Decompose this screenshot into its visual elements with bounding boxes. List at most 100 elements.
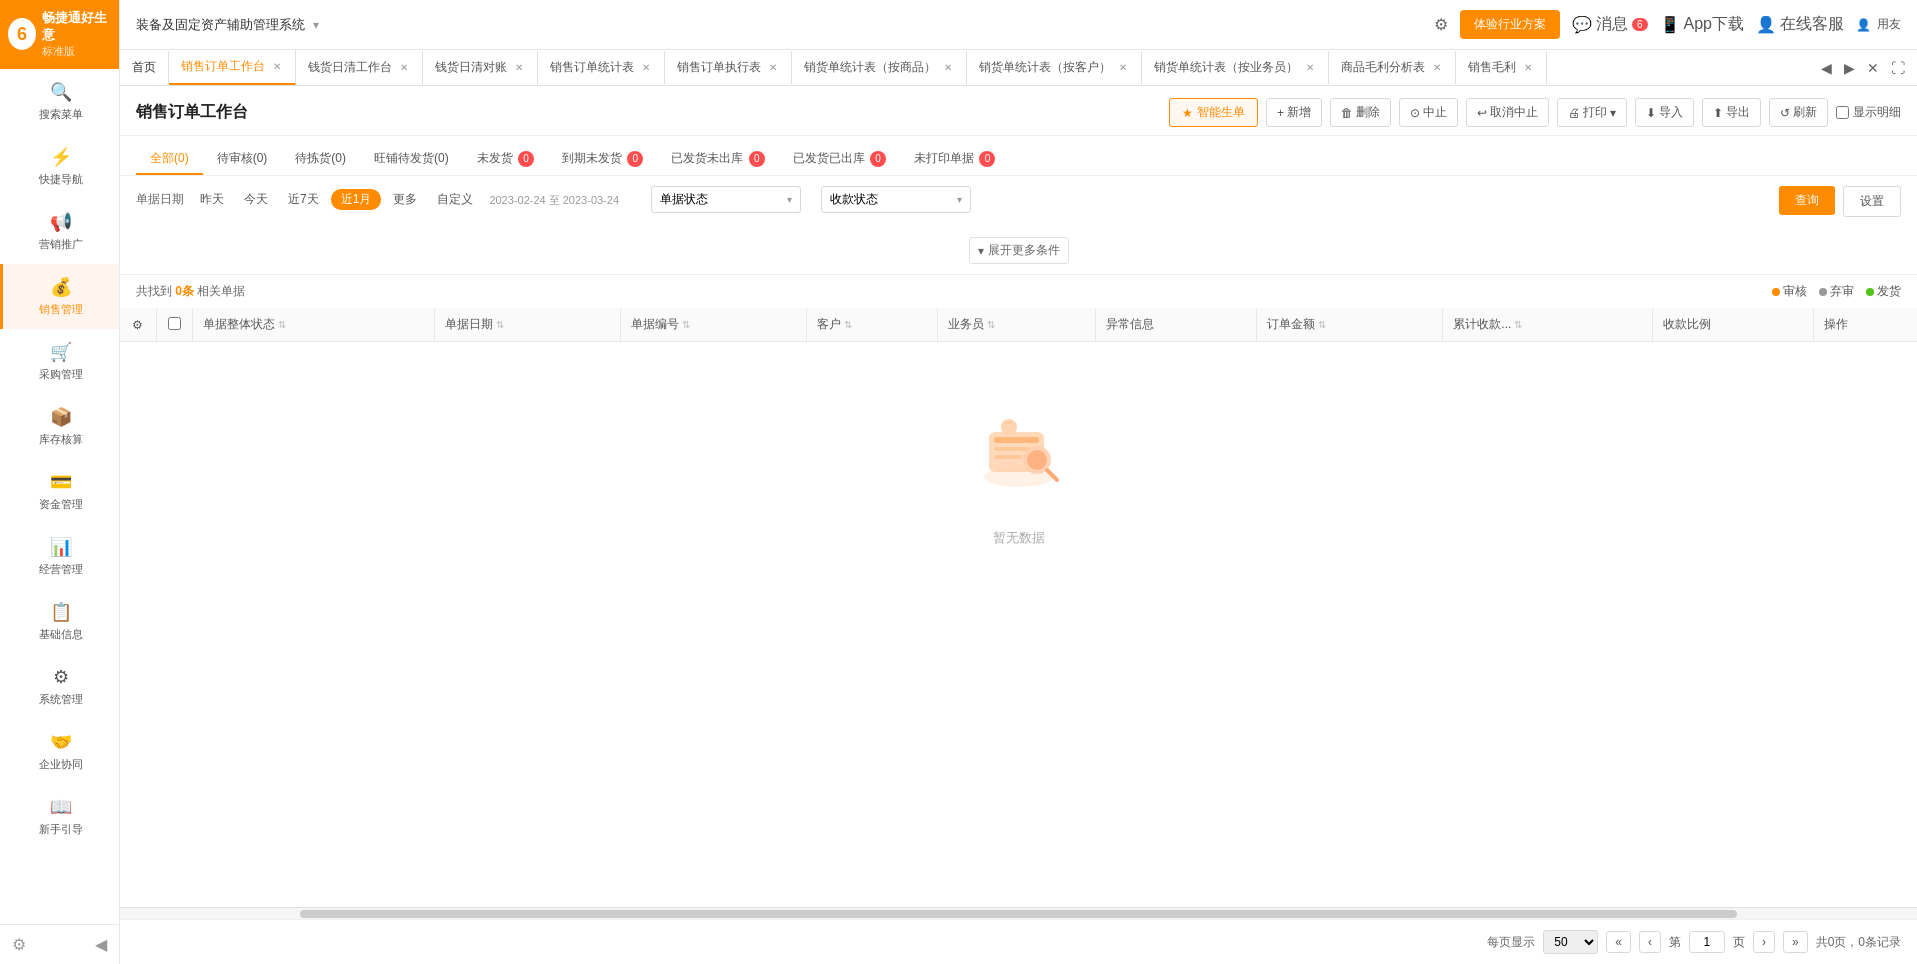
- th-salesman-label: 业务员: [948, 316, 984, 333]
- next-page-btn[interactable]: ›: [1753, 931, 1775, 953]
- query-button[interactable]: 查询: [1779, 186, 1835, 215]
- sub-tab-shipped-out[interactable]: 已发货已出库 0: [779, 144, 900, 175]
- prev-page-btn[interactable]: ‹: [1639, 931, 1661, 953]
- th-salesman[interactable]: 业务员 ⇅: [937, 308, 1095, 342]
- sidebar-item-purchase[interactable]: 🛒 采购管理: [0, 329, 119, 394]
- tab-goods-stats-customer[interactable]: 销货单统计表（按客户） ✕: [967, 51, 1142, 84]
- tab-goods-salesman-close-icon[interactable]: ✕: [1304, 61, 1316, 74]
- tab-goods-product-close-icon[interactable]: ✕: [942, 61, 954, 74]
- app-download-btn[interactable]: 📱 App下载: [1660, 14, 1744, 35]
- print-button[interactable]: 🖨 打印 ▾: [1557, 98, 1627, 127]
- collapse-icon[interactable]: ◀: [95, 935, 107, 954]
- sub-tab-pending-review[interactable]: 待审核(0): [203, 144, 282, 175]
- tab-margin-analysis[interactable]: 商品毛利分析表 ✕: [1329, 51, 1456, 84]
- date-btn-more[interactable]: 更多: [385, 189, 425, 210]
- refresh-button[interactable]: ↺ 刷新: [1769, 98, 1828, 127]
- tab-sales-margin[interactable]: 销售毛利 ✕: [1456, 51, 1547, 84]
- import-button[interactable]: ⬇ 导入: [1635, 98, 1694, 127]
- sidebar-item-enterprise[interactable]: 🤝 企业协同: [0, 719, 119, 784]
- tab-reconcile[interactable]: 钱货日清对账 ✕: [423, 51, 538, 84]
- message-btn[interactable]: 💬 消息 6: [1572, 14, 1648, 35]
- sidebar-item-base[interactable]: 📋 基础信息: [0, 589, 119, 654]
- tab-sales-workbench[interactable]: 销售订单工作台 ✕: [169, 50, 296, 85]
- smart-create-button[interactable]: ★ 智能生单: [1169, 98, 1258, 127]
- sub-tab-shop-pending[interactable]: 旺铺待发货(0): [360, 144, 463, 175]
- sub-tab-unshipped[interactable]: 未发货 0: [463, 144, 548, 175]
- date-btn-custom[interactable]: 自定义: [429, 189, 481, 210]
- tab-home[interactable]: 首页: [120, 51, 169, 84]
- audit-action[interactable]: 审核: [1772, 283, 1807, 300]
- date-btn-7days[interactable]: 近7天: [280, 189, 327, 210]
- sub-tab-shipped-not-out[interactable]: 已发货未出库 0: [657, 144, 778, 175]
- date-btn-1month[interactable]: 近1月: [331, 189, 382, 210]
- tab-reconcile-close-icon[interactable]: ✕: [513, 61, 525, 74]
- th-amount[interactable]: 订单金额 ⇅: [1256, 308, 1442, 342]
- tab-margin-close-icon[interactable]: ✕: [1431, 61, 1443, 74]
- payment-filter-select[interactable]: 收款状态 ▾: [821, 186, 971, 213]
- tab-goods-customer-close-icon[interactable]: ✕: [1117, 61, 1129, 74]
- tab-sales-exec[interactable]: 销售订单执行表 ✕: [665, 51, 792, 84]
- sub-tab-unprinted[interactable]: 未打印单据 0: [900, 144, 1009, 175]
- sub-tab-pending-pick[interactable]: 待拣货(0): [281, 144, 360, 175]
- add-button[interactable]: + 新增: [1266, 98, 1322, 127]
- last-page-btn[interactable]: »: [1783, 931, 1808, 953]
- set-button[interactable]: 设置: [1843, 186, 1901, 217]
- th-number[interactable]: 单据编号 ⇅: [621, 308, 807, 342]
- sidebar-item-system[interactable]: ⚙ 系统管理: [0, 654, 119, 719]
- date-btn-today[interactable]: 今天: [236, 189, 276, 210]
- page-number-input[interactable]: [1689, 931, 1725, 953]
- settings-icon[interactable]: ⚙: [12, 935, 26, 954]
- sidebar-item-search[interactable]: 🔍 搜索菜单: [0, 69, 119, 134]
- topbar-gear-icon[interactable]: ⚙: [1434, 15, 1448, 34]
- date-btn-yesterday[interactable]: 昨天: [192, 189, 232, 210]
- th-customer[interactable]: 客户 ⇅: [807, 308, 937, 342]
- sidebar-item-quicknav[interactable]: ⚡ 快捷导航: [0, 134, 119, 199]
- sidebar-item-inventory[interactable]: 📦 库存核算: [0, 394, 119, 459]
- settings-column-header[interactable]: ⚙: [120, 308, 156, 342]
- sidebar-item-newbie[interactable]: 📖 新手引导: [0, 784, 119, 849]
- stop-button[interactable]: ⊙ 中止: [1399, 98, 1458, 127]
- sub-tab-all[interactable]: 全部(0): [136, 144, 203, 175]
- horizontal-scroll-bar[interactable]: [120, 907, 1917, 919]
- sidebar-item-sales[interactable]: 💰 销售管理: [0, 264, 119, 329]
- checkbox-column-header[interactable]: [156, 308, 192, 342]
- tab-goods-stats-product[interactable]: 销货单统计表（按商品） ✕: [792, 51, 967, 84]
- cancel-stop-button[interactable]: ↩ 取消中止: [1466, 98, 1549, 127]
- sub-tab-overdue-unshipped[interactable]: 到期未发货 0: [548, 144, 657, 175]
- table-scroll-container[interactable]: ⚙ 单据整体状态 ⇅: [120, 308, 1917, 907]
- first-page-btn[interactable]: «: [1606, 931, 1631, 953]
- expand-filter-button[interactable]: ▾ 展开更多条件: [969, 237, 1069, 264]
- sidebar-item-finance[interactable]: 💳 资金管理: [0, 459, 119, 524]
- export-button[interactable]: ⬆ 导出: [1702, 98, 1761, 127]
- user-menu[interactable]: 👤 用友: [1856, 16, 1901, 33]
- tab-goods-stats-salesman[interactable]: 销货单统计表（按业务员） ✕: [1142, 51, 1329, 84]
- cancel-action[interactable]: 弃审: [1819, 283, 1854, 300]
- tabs-close-btn[interactable]: ✕: [1863, 56, 1883, 80]
- tab-cashflow-close-icon[interactable]: ✕: [398, 61, 410, 74]
- status-filter-select[interactable]: 单据状态 ▾: [651, 186, 801, 213]
- select-all-checkbox[interactable]: [168, 317, 181, 330]
- tab-sales-margin-close-icon[interactable]: ✕: [1522, 61, 1534, 74]
- sidebar-item-operations[interactable]: 📊 经营管理: [0, 524, 119, 589]
- show-detail-checkbox[interactable]: [1836, 106, 1849, 119]
- tab-sales-exec-close-icon[interactable]: ✕: [767, 61, 779, 74]
- dropdown-arrow-icon[interactable]: ▾: [313, 18, 319, 32]
- delete-button[interactable]: 🗑 删除: [1330, 98, 1391, 127]
- th-status[interactable]: 单据整体状态 ⇅: [192, 308, 434, 342]
- tabs-next-btn[interactable]: ▶: [1840, 56, 1859, 80]
- show-detail-toggle[interactable]: 显示明细: [1836, 104, 1901, 121]
- tab-sales-close-icon[interactable]: ✕: [271, 60, 283, 73]
- sidebar-item-marketing[interactable]: 📢 营销推广: [0, 199, 119, 264]
- tab-cashflow[interactable]: 钱货日清工作台 ✕: [296, 51, 423, 84]
- tabs-fullscreen-btn[interactable]: ⛶: [1887, 56, 1909, 80]
- tab-sales-stats-close-icon[interactable]: ✕: [640, 61, 652, 74]
- tabs-prev-btn[interactable]: ◀: [1817, 56, 1836, 80]
- page-size-select[interactable]: 20 50 100: [1543, 930, 1598, 954]
- ship-action[interactable]: 发货: [1866, 283, 1901, 300]
- tab-sales-stats[interactable]: 销售订单统计表 ✕: [538, 51, 665, 84]
- th-date[interactable]: 单据日期 ⇅: [434, 308, 620, 342]
- online-service-btn[interactable]: 👤 在线客服: [1756, 14, 1844, 35]
- th-accumulated[interactable]: 累计收款... ⇅: [1443, 308, 1653, 342]
- th-ratio: 收款比例: [1653, 308, 1814, 342]
- industry-solution-button[interactable]: 体验行业方案: [1460, 10, 1560, 39]
